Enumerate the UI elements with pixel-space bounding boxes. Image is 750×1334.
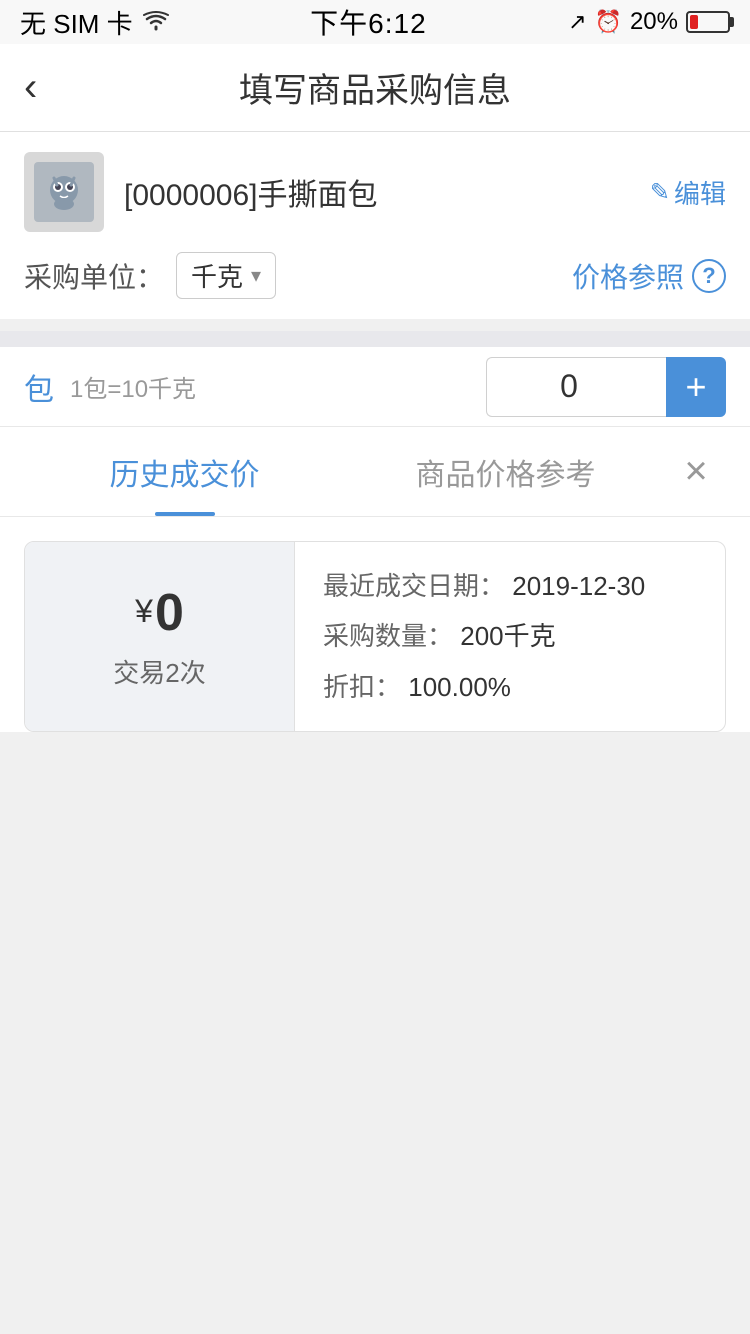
trade-price-symbol: ¥ bbox=[135, 593, 153, 630]
nav-bar: ‹ 填写商品采购信息 bbox=[0, 44, 750, 132]
product-image bbox=[34, 162, 94, 222]
quantity-unit: 包 bbox=[24, 365, 54, 409]
trade-price: ¥ 0 bbox=[135, 583, 184, 643]
tab-product-label: 商品价格参考 bbox=[416, 450, 596, 494]
trade-discount-value: 100.00% bbox=[408, 672, 511, 702]
trade-count: 交易2次 bbox=[113, 653, 205, 690]
product-header: [0000006]手撕面包 ✎ 编辑 bbox=[24, 152, 726, 232]
quantity-conversion: 1包=10千克 bbox=[70, 369, 196, 404]
price-reference-button[interactable]: 价格参照 ? bbox=[572, 256, 726, 296]
status-right: ↗ ⏰ 20% bbox=[568, 8, 730, 36]
trade-date-row: 最近成交日期： 2019-12-30 bbox=[323, 568, 697, 604]
trade-discount-row: 折扣： 100.00% bbox=[323, 669, 697, 705]
unit-text: 采购单位： bbox=[24, 256, 164, 296]
quantity-plus-button[interactable]: + bbox=[666, 357, 726, 417]
product-section: [0000006]手撕面包 ✎ 编辑 采购单位： 千克 ▾ 价格参照 ? bbox=[0, 132, 750, 319]
tabs-bar: 历史成交价 商品价格参考 × bbox=[0, 427, 750, 517]
quantity-input-group: + bbox=[486, 357, 726, 417]
back-button[interactable]: ‹ bbox=[24, 65, 37, 110]
status-time: 下午6:12 bbox=[310, 2, 427, 42]
trade-date-label: 最近成交日期： bbox=[323, 571, 505, 601]
trade-qty-label: 采购数量： bbox=[323, 621, 453, 651]
tab-active-indicator bbox=[155, 512, 215, 516]
close-panel-button[interactable]: × bbox=[666, 449, 726, 494]
quantity-input[interactable] bbox=[486, 357, 666, 417]
status-left: 无 SIM 卡 bbox=[20, 4, 169, 41]
product-thumbnail bbox=[24, 152, 104, 232]
quantity-left: 包 1包=10千克 bbox=[24, 365, 196, 409]
trade-card-left: ¥ 0 交易2次 bbox=[25, 542, 295, 731]
trade-card-right: 最近成交日期： 2019-12-30 采购数量： 200千克 折扣： 100.0… bbox=[295, 542, 725, 731]
edit-icon: ✎ bbox=[650, 178, 670, 207]
page-title: 填写商品采购信息 bbox=[239, 63, 511, 112]
unit-arrow-icon: ▾ bbox=[251, 263, 261, 288]
trade-qty-value: 200千克 bbox=[460, 621, 555, 651]
price-ref-label: 价格参照 bbox=[572, 256, 684, 296]
trade-discount-label: 折扣： bbox=[323, 672, 401, 702]
edit-button[interactable]: ✎ 编辑 bbox=[650, 174, 726, 211]
network-label: 无 SIM 卡 bbox=[20, 4, 133, 41]
section-divider bbox=[0, 331, 750, 347]
tab-history-price[interactable]: 历史成交价 bbox=[24, 427, 345, 516]
trade-date-value: 2019-12-30 bbox=[512, 571, 645, 601]
unit-value: 千克 bbox=[191, 257, 243, 294]
alarm-icon: ⏰ bbox=[595, 9, 622, 35]
tab-history-label: 历史成交价 bbox=[110, 450, 260, 494]
edit-label: 编辑 bbox=[674, 174, 726, 211]
bottom-panel: 历史成交价 商品价格参考 × ¥ 0 交易2次 最近成交日期： 2019-12-… bbox=[0, 427, 750, 732]
trade-price-value: 0 bbox=[155, 583, 184, 643]
wifi-icon bbox=[143, 7, 169, 38]
status-bar: 无 SIM 卡 下午6:12 ↗ ⏰ 20% bbox=[0, 0, 750, 44]
battery-icon bbox=[686, 11, 730, 33]
product-name: [0000006]手撕面包 bbox=[124, 170, 377, 214]
product-left: [0000006]手撕面包 bbox=[24, 152, 377, 232]
quantity-section: 包 1包=10千克 + bbox=[0, 347, 750, 427]
help-icon: ? bbox=[692, 259, 726, 293]
product-unit-row: 采购单位： 千克 ▾ 价格参照 ? bbox=[24, 252, 726, 299]
trade-card: ¥ 0 交易2次 最近成交日期： 2019-12-30 采购数量： 200千克 … bbox=[24, 541, 726, 732]
tab-product-price[interactable]: 商品价格参考 bbox=[345, 427, 666, 516]
trade-qty-row: 采购数量： 200千克 bbox=[323, 618, 697, 654]
unit-label: 采购单位： 千克 ▾ bbox=[24, 252, 276, 299]
location-icon: ↗ bbox=[568, 9, 586, 35]
battery-percent: 20% bbox=[630, 8, 678, 36]
unit-selector[interactable]: 千克 ▾ bbox=[176, 252, 276, 299]
